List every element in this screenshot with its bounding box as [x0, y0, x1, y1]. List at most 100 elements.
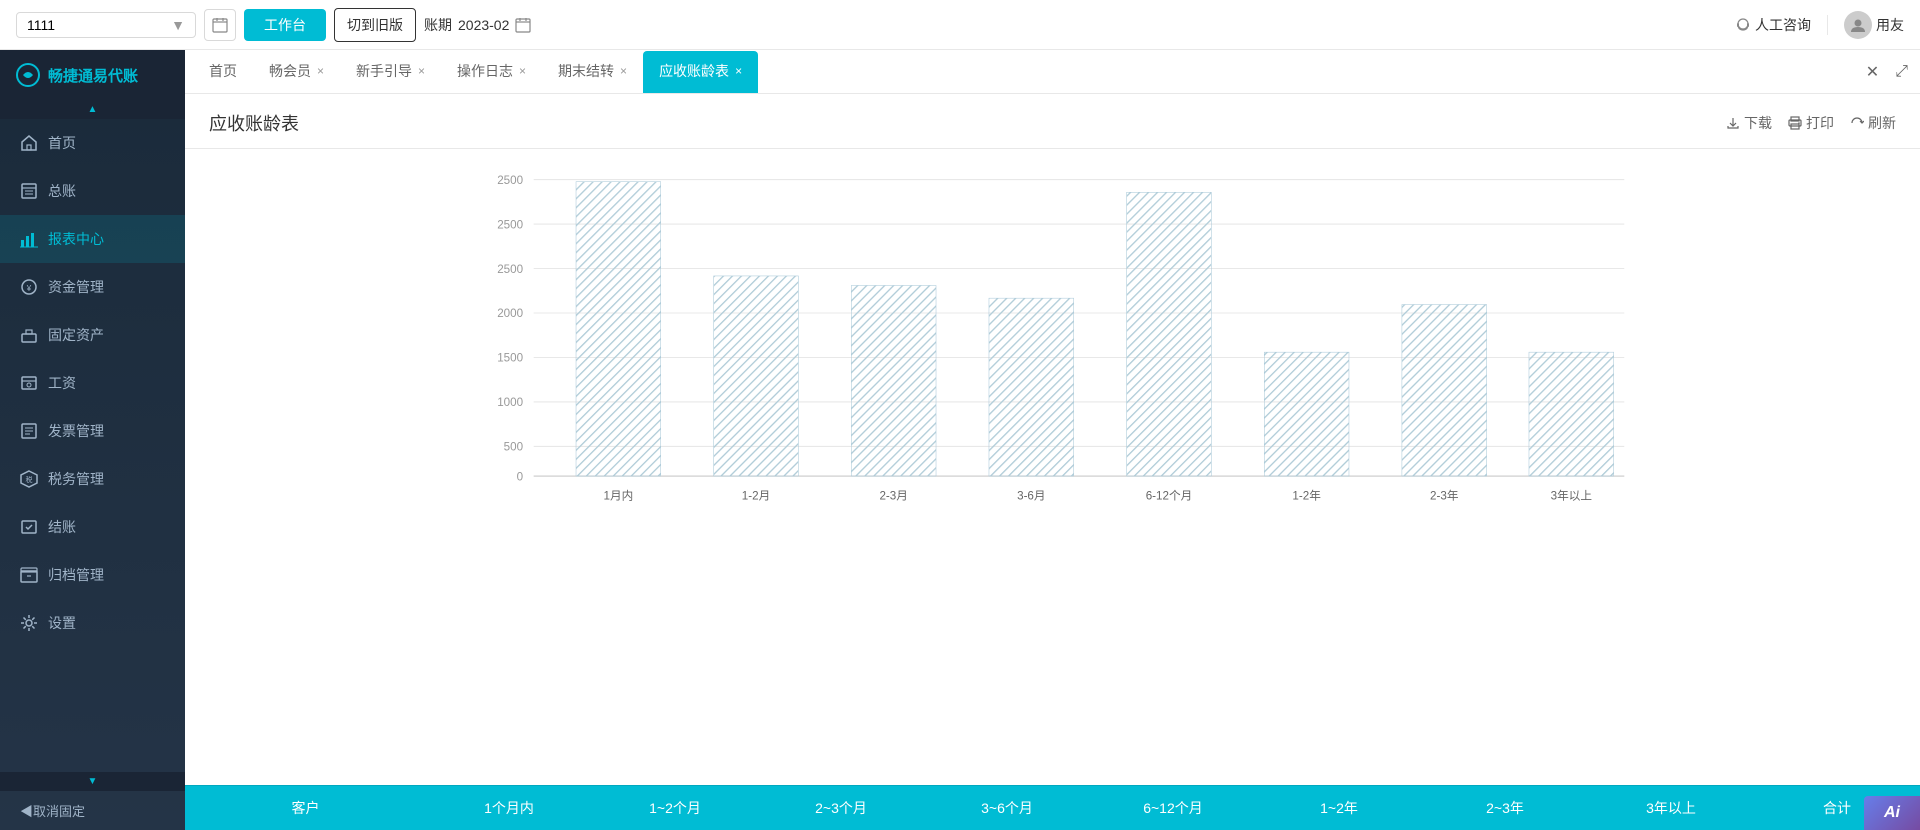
- tax-icon: 税: [20, 470, 38, 488]
- sidebar: 畅捷通易代账 ▲ 首页 总账: [0, 50, 185, 830]
- sidebar-item-asset[interactable]: 固定资产: [0, 311, 185, 359]
- bar-chart: 2500 2500 2500 2000 1500 1000 500 0: [209, 169, 1896, 529]
- tab-log-label: 操作日志: [457, 61, 513, 81]
- svg-text:¥: ¥: [26, 284, 32, 293]
- user-name: 用友: [1876, 15, 1904, 35]
- sidebar-item-fund[interactable]: ¥ 资金管理: [0, 263, 185, 311]
- scroll-up-btn[interactable]: ▲: [0, 100, 185, 119]
- content-area: 首页 畅会员 × 新手引导 × 操作日志 × 期末结转 × 应收账龄表 ×: [185, 50, 1920, 830]
- refresh-icon: [1850, 116, 1864, 130]
- sidebar-item-report[interactable]: 报表中心: [0, 215, 185, 263]
- table-header-3-6month: 3~6个月: [924, 798, 1090, 818]
- workspace-button[interactable]: 工作台: [244, 9, 326, 41]
- calendar-icon: [212, 17, 228, 33]
- tab-aging-report-close[interactable]: ×: [735, 64, 742, 78]
- table-header: 客户 1个月内 1~2个月 2~3个月 3~6个月 6~12个月 1~2年 2~…: [185, 785, 1920, 830]
- svg-text:6-12个月: 6-12个月: [1146, 489, 1193, 502]
- tabs-actions: ✕ ⤢: [1862, 58, 1912, 86]
- salary-icon: [20, 374, 38, 392]
- svg-text:1-2月: 1-2月: [742, 489, 770, 502]
- sidebar-item-tax-label: 税务管理: [48, 469, 104, 489]
- tab-home[interactable]: 首页: [193, 51, 253, 93]
- user-menu[interactable]: 用友: [1844, 11, 1904, 39]
- period-info: 账期 2023-02: [424, 15, 531, 35]
- page-actions: 下载 打印: [1726, 113, 1896, 133]
- sidebar-item-home-label: 首页: [48, 133, 76, 153]
- sidebar-item-asset-label: 固定资产: [48, 325, 104, 345]
- expand-tab-button[interactable]: ⤢: [1891, 58, 1912, 86]
- chevron-down-icon: ▼: [171, 17, 185, 33]
- tab-log-close[interactable]: ×: [519, 64, 526, 78]
- refresh-button[interactable]: 刷新: [1850, 113, 1896, 133]
- download-icon: [1726, 116, 1740, 130]
- sidebar-item-ledger[interactable]: 总账: [0, 167, 185, 215]
- print-label: 打印: [1806, 113, 1834, 133]
- table-header-1-2month: 1~2个月: [592, 798, 758, 818]
- sidebar-item-report-label: 报表中心: [48, 229, 104, 249]
- sidebar-item-salary[interactable]: 工资: [0, 359, 185, 407]
- tab-member-close[interactable]: ×: [317, 64, 324, 78]
- table-header-customer: 客户: [185, 798, 426, 818]
- svg-text:2500: 2500: [497, 263, 523, 276]
- tab-aging-report[interactable]: 应收账龄表 ×: [643, 51, 758, 93]
- chart-area: 2500 2500 2500 2000 1500 1000 500 0: [185, 149, 1920, 785]
- table-header-6-12month: 6~12个月: [1090, 798, 1256, 818]
- table-header-1month: 1个月内: [426, 798, 592, 818]
- tab-guide[interactable]: 新手引导 ×: [340, 51, 441, 93]
- svg-text:1500: 1500: [497, 352, 523, 365]
- divider: [1827, 15, 1828, 35]
- page-content: 应收账龄表 下载: [185, 94, 1920, 830]
- close-tab-button[interactable]: ✕: [1862, 58, 1883, 86]
- report-icon: [20, 230, 38, 248]
- top-header: 1111 ▼ 工作台 切到旧版 账期 2023-02: [0, 0, 1920, 50]
- scroll-down-btn[interactable]: ▼: [0, 772, 185, 791]
- app-name: 畅捷通易代账: [48, 65, 138, 86]
- company-name: 1111: [27, 17, 55, 33]
- archive-icon: [20, 566, 38, 584]
- sidebar-item-ledger-label: 总账: [48, 181, 76, 201]
- settings-icon: [20, 614, 38, 632]
- download-button[interactable]: 下载: [1726, 113, 1772, 133]
- header-left: 1111 ▼ 工作台 切到旧版 账期 2023-02: [16, 8, 531, 42]
- svg-text:1000: 1000: [497, 396, 523, 409]
- sidebar-item-settings-label: 设置: [48, 613, 76, 633]
- company-selector[interactable]: 1111 ▼: [16, 12, 196, 38]
- cancel-fixed-btn[interactable]: ◀取消固定: [0, 791, 185, 830]
- sidebar-logo: 畅捷通易代账: [0, 50, 185, 100]
- calendar-icon-btn[interactable]: [204, 9, 236, 41]
- tab-period-close[interactable]: 期末结转 ×: [542, 51, 643, 93]
- switch-version-button[interactable]: 切到旧版: [334, 8, 416, 42]
- sidebar-item-fund-label: 资金管理: [48, 277, 104, 297]
- download-label: 下载: [1744, 113, 1772, 133]
- print-button[interactable]: 打印: [1788, 113, 1834, 133]
- tab-log[interactable]: 操作日志 ×: [441, 51, 542, 93]
- table-header-1-2year: 1~2年: [1256, 798, 1422, 818]
- sidebar-item-close-account[interactable]: 结账: [0, 503, 185, 551]
- cancel-fixed-label: ◀取消固定: [20, 801, 85, 820]
- tab-period-close-btn[interactable]: ×: [620, 64, 627, 78]
- tab-guide-label: 新手引导: [356, 61, 412, 81]
- ai-badge[interactable]: Ai: [1864, 796, 1920, 830]
- svg-text:2500: 2500: [497, 174, 523, 187]
- table-header-3year-plus: 3年以上: [1588, 798, 1754, 818]
- svg-text:1-2年: 1-2年: [1292, 488, 1321, 502]
- svg-text:0: 0: [517, 470, 524, 483]
- tab-member[interactable]: 畅会员 ×: [253, 51, 340, 93]
- sidebar-item-invoice[interactable]: 发票管理: [0, 407, 185, 455]
- refresh-label: 刷新: [1868, 113, 1896, 133]
- home-icon: [20, 134, 38, 152]
- tab-home-label: 首页: [209, 61, 237, 81]
- sidebar-item-home[interactable]: 首页: [0, 119, 185, 167]
- svg-text:2000: 2000: [497, 307, 523, 320]
- sidebar-item-archive[interactable]: 归档管理: [0, 551, 185, 599]
- support-button[interactable]: 人工咨询: [1735, 15, 1811, 35]
- sidebar-item-settings[interactable]: 设置: [0, 599, 185, 647]
- sidebar-item-close-account-label: 结账: [48, 517, 76, 537]
- logo-icon: [16, 63, 40, 87]
- asset-icon: [20, 326, 38, 344]
- svg-text:税: 税: [26, 475, 33, 484]
- svg-text:2-3月: 2-3月: [879, 489, 907, 502]
- tab-guide-close[interactable]: ×: [418, 64, 425, 78]
- support-label: 人工咨询: [1755, 15, 1811, 35]
- sidebar-item-tax[interactable]: 税 税务管理: [0, 455, 185, 503]
